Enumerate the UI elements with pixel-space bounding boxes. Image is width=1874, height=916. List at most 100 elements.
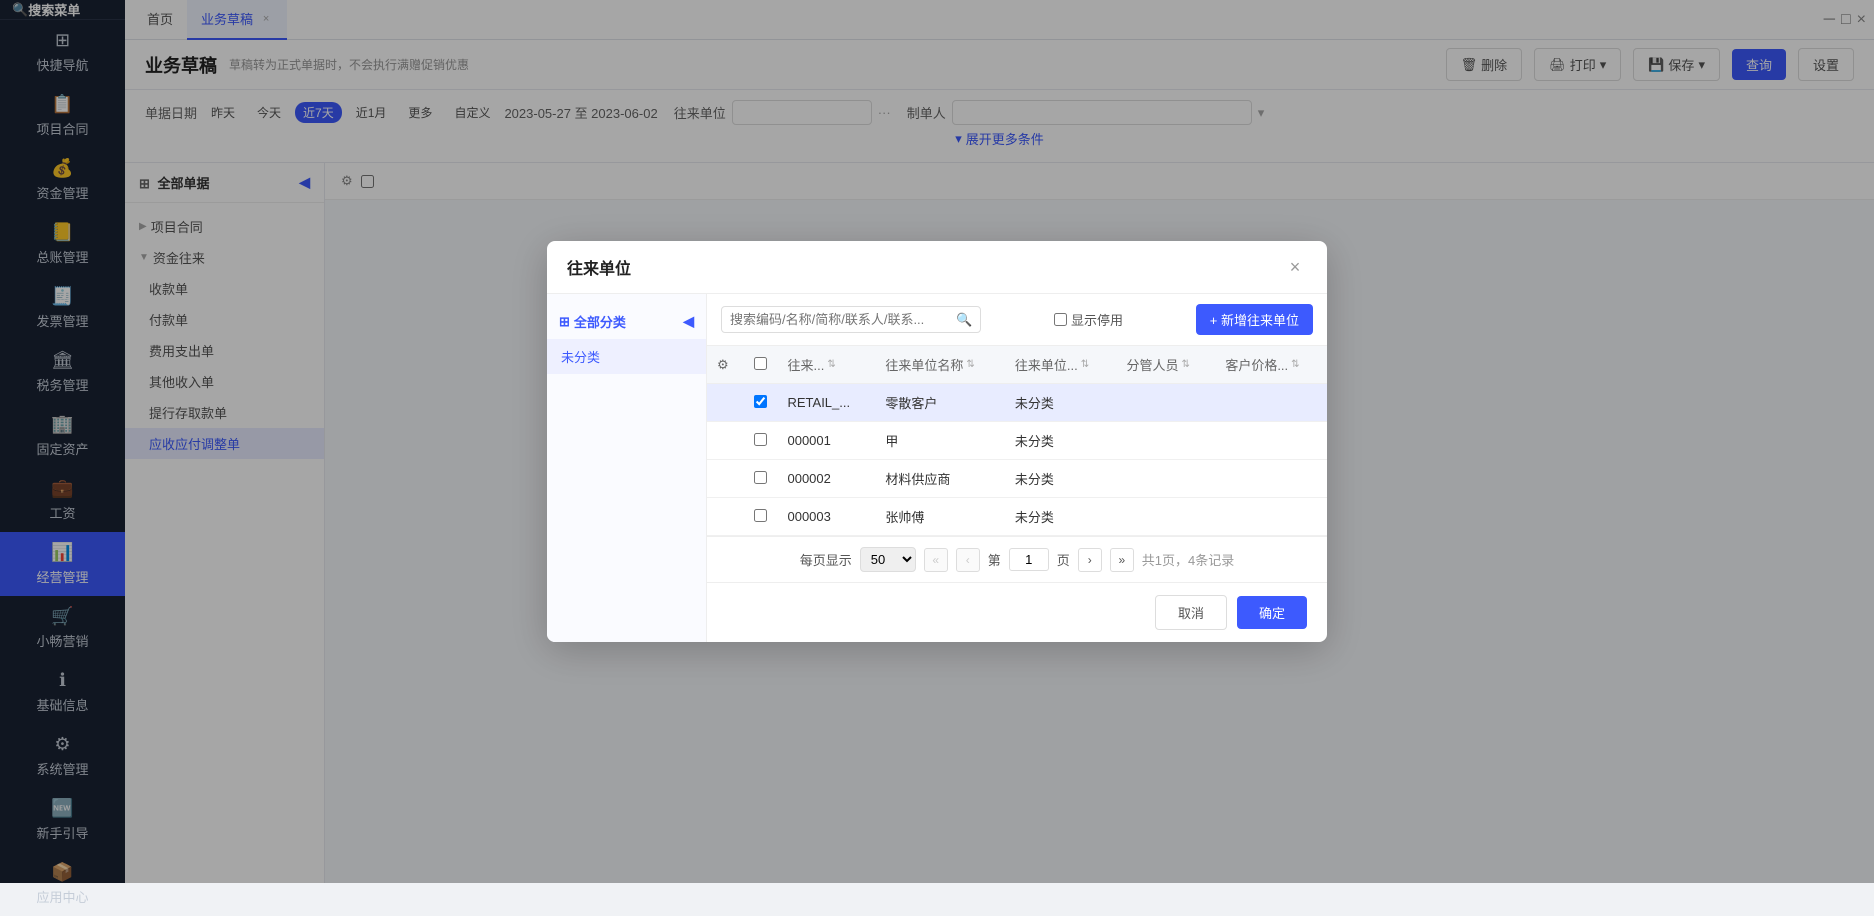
- dialog-category-header: ⊞ 全部分类 ◀: [547, 304, 706, 339]
- row-name: 甲: [875, 422, 1005, 460]
- col-checkbox[interactable]: [744, 346, 777, 384]
- table-header: ⚙ 往来... ⇅: [707, 346, 1327, 384]
- table-row[interactable]: 000001 甲 未分类: [707, 422, 1327, 460]
- row-price: [1215, 498, 1327, 536]
- row-category: 未分类: [1005, 460, 1117, 498]
- table-header-row: ⚙ 往来... ⇅: [707, 346, 1327, 384]
- row-price: [1215, 384, 1327, 422]
- row-name: 张帅傅: [875, 498, 1005, 536]
- row-code: 000003: [777, 498, 875, 536]
- col-manager[interactable]: 分管人员 ⇅: [1117, 346, 1216, 384]
- dialog-search: 🔍: [721, 306, 981, 333]
- row-name: 零散客户: [875, 384, 1005, 422]
- row-price: [1215, 460, 1327, 498]
- dialog-close-button[interactable]: ×: [1283, 255, 1307, 279]
- row-manager: [1117, 498, 1216, 536]
- row-manager: [1117, 384, 1216, 422]
- row-price: [1215, 422, 1327, 460]
- page-first-button[interactable]: «: [924, 548, 948, 572]
- row-category: 未分类: [1005, 498, 1117, 536]
- row-manager: [1117, 460, 1216, 498]
- sort-icon: ⇅: [1182, 359, 1190, 370]
- per-page-select[interactable]: 10 20 50 100: [860, 547, 916, 572]
- row-settings: [707, 422, 744, 460]
- partner-table: ⚙ 往来... ⇅: [707, 346, 1327, 536]
- page-prev-button[interactable]: ‹: [956, 548, 980, 572]
- dialog-categories: ⊞ 全部分类 ◀ 未分类: [547, 294, 707, 642]
- row-category: 未分类: [1005, 422, 1117, 460]
- row-checkbox[interactable]: [744, 422, 777, 460]
- dialog-table: ⚙ 往来... ⇅: [707, 346, 1327, 536]
- col-name-sort[interactable]: 往来单位名称 ⇅: [885, 355, 995, 374]
- sidebar-item-label: 应用中心: [36, 887, 88, 906]
- row-code: 000002: [777, 460, 875, 498]
- dialog-right: 🔍 显示停用 + 新增往来单位: [707, 294, 1327, 642]
- select-all-dialog-checkbox[interactable]: [754, 357, 767, 370]
- row-settings: [707, 498, 744, 536]
- sort-icon: ⇅: [1081, 359, 1089, 370]
- col-settings-icon: ⚙: [717, 357, 729, 372]
- col-code[interactable]: 往来... ⇅: [777, 346, 875, 384]
- partner-dialog: 往来单位 × ⊞ 全部分类 ◀ 未分类: [547, 241, 1327, 642]
- col-settings[interactable]: ⚙: [707, 346, 744, 384]
- row-checkbox[interactable]: [744, 498, 777, 536]
- col-price-sort[interactable]: 客户价格... ⇅: [1225, 355, 1317, 374]
- show-disabled-group: 显示停用: [1054, 310, 1123, 329]
- col-code-label: 往来...: [787, 355, 824, 374]
- category-grid-icon: ⊞: [559, 314, 570, 330]
- show-disabled-label: 显示停用: [1071, 310, 1123, 329]
- sort-icon: ⇅: [1291, 359, 1299, 370]
- pagination-bar: 每页显示 10 20 50 100 « ‹ 第 页 › »: [707, 537, 1327, 582]
- col-name-label: 往来单位名称: [885, 355, 963, 374]
- dialog-actions: 取消 确定: [707, 582, 1327, 642]
- col-code-sort[interactable]: 往来... ⇅: [787, 355, 865, 374]
- col-category-label: 往来单位...: [1015, 355, 1078, 374]
- page-total-info: 共1页，4条记录: [1142, 550, 1234, 569]
- table-row[interactable]: 000002 材料供应商 未分类: [707, 460, 1327, 498]
- row-manager: [1117, 422, 1216, 460]
- page-last-button[interactable]: »: [1110, 548, 1134, 572]
- dialog-toolbar: 🔍 显示停用 + 新增往来单位: [707, 294, 1327, 346]
- confirm-button[interactable]: 确定: [1237, 596, 1307, 629]
- table-row[interactable]: 000003 张帅傅 未分类: [707, 498, 1327, 536]
- page-number-input[interactable]: [1009, 548, 1049, 571]
- dialog-collapse-icon[interactable]: ◀: [683, 313, 694, 330]
- row-checkbox[interactable]: [744, 384, 777, 422]
- col-manager-sort[interactable]: 分管人员 ⇅: [1127, 355, 1206, 374]
- cancel-button[interactable]: 取消: [1155, 595, 1227, 630]
- page-suffix: 页: [1057, 550, 1070, 569]
- sort-icon: ⇅: [966, 359, 974, 370]
- page-next-button[interactable]: ›: [1078, 548, 1102, 572]
- dialog-category-header-label: 全部分类: [574, 312, 626, 331]
- dialog-overlay: 往来单位 × ⊞ 全部分类 ◀ 未分类: [0, 0, 1874, 883]
- dialog-header: 往来单位 ×: [547, 241, 1327, 294]
- dialog-category-unclassified[interactable]: 未分类: [547, 339, 706, 374]
- search-icon: 🔍: [956, 312, 972, 328]
- col-category[interactable]: 往来单位... ⇅: [1005, 346, 1117, 384]
- sort-icon: ⇅: [827, 359, 835, 370]
- dialog-search-input[interactable]: [730, 307, 950, 332]
- add-partner-label: + 新增往来单位: [1210, 310, 1299, 329]
- col-price[interactable]: 客户价格... ⇅: [1215, 346, 1327, 384]
- per-page-label: 每页显示: [800, 550, 852, 569]
- show-disabled-checkbox[interactable]: [1054, 313, 1067, 326]
- row-checkbox[interactable]: [744, 460, 777, 498]
- dialog-title: 往来单位: [567, 255, 631, 279]
- page-input-prefix: 第: [988, 550, 1001, 569]
- row-settings: [707, 384, 744, 422]
- dialog-body: ⊞ 全部分类 ◀ 未分类 🔍 显示停用: [547, 294, 1327, 642]
- col-name[interactable]: 往来单位名称 ⇅: [875, 346, 1005, 384]
- row-category: 未分类: [1005, 384, 1117, 422]
- row-code: 000001: [777, 422, 875, 460]
- row-name: 材料供应商: [875, 460, 1005, 498]
- table-body: RETAIL_... 零散客户 未分类 000001 甲: [707, 384, 1327, 536]
- dialog-footer: 每页显示 10 20 50 100 « ‹ 第 页 › »: [707, 536, 1327, 642]
- dialog-category-label: 未分类: [561, 350, 600, 365]
- col-category-sort[interactable]: 往来单位... ⇅: [1015, 355, 1107, 374]
- row-settings: [707, 460, 744, 498]
- col-price-label: 客户价格...: [1225, 355, 1288, 374]
- row-code: RETAIL_...: [777, 384, 875, 422]
- table-row[interactable]: RETAIL_... 零散客户 未分类: [707, 384, 1327, 422]
- add-partner-button[interactable]: + 新增往来单位: [1196, 304, 1313, 335]
- col-manager-label: 分管人员: [1127, 355, 1179, 374]
